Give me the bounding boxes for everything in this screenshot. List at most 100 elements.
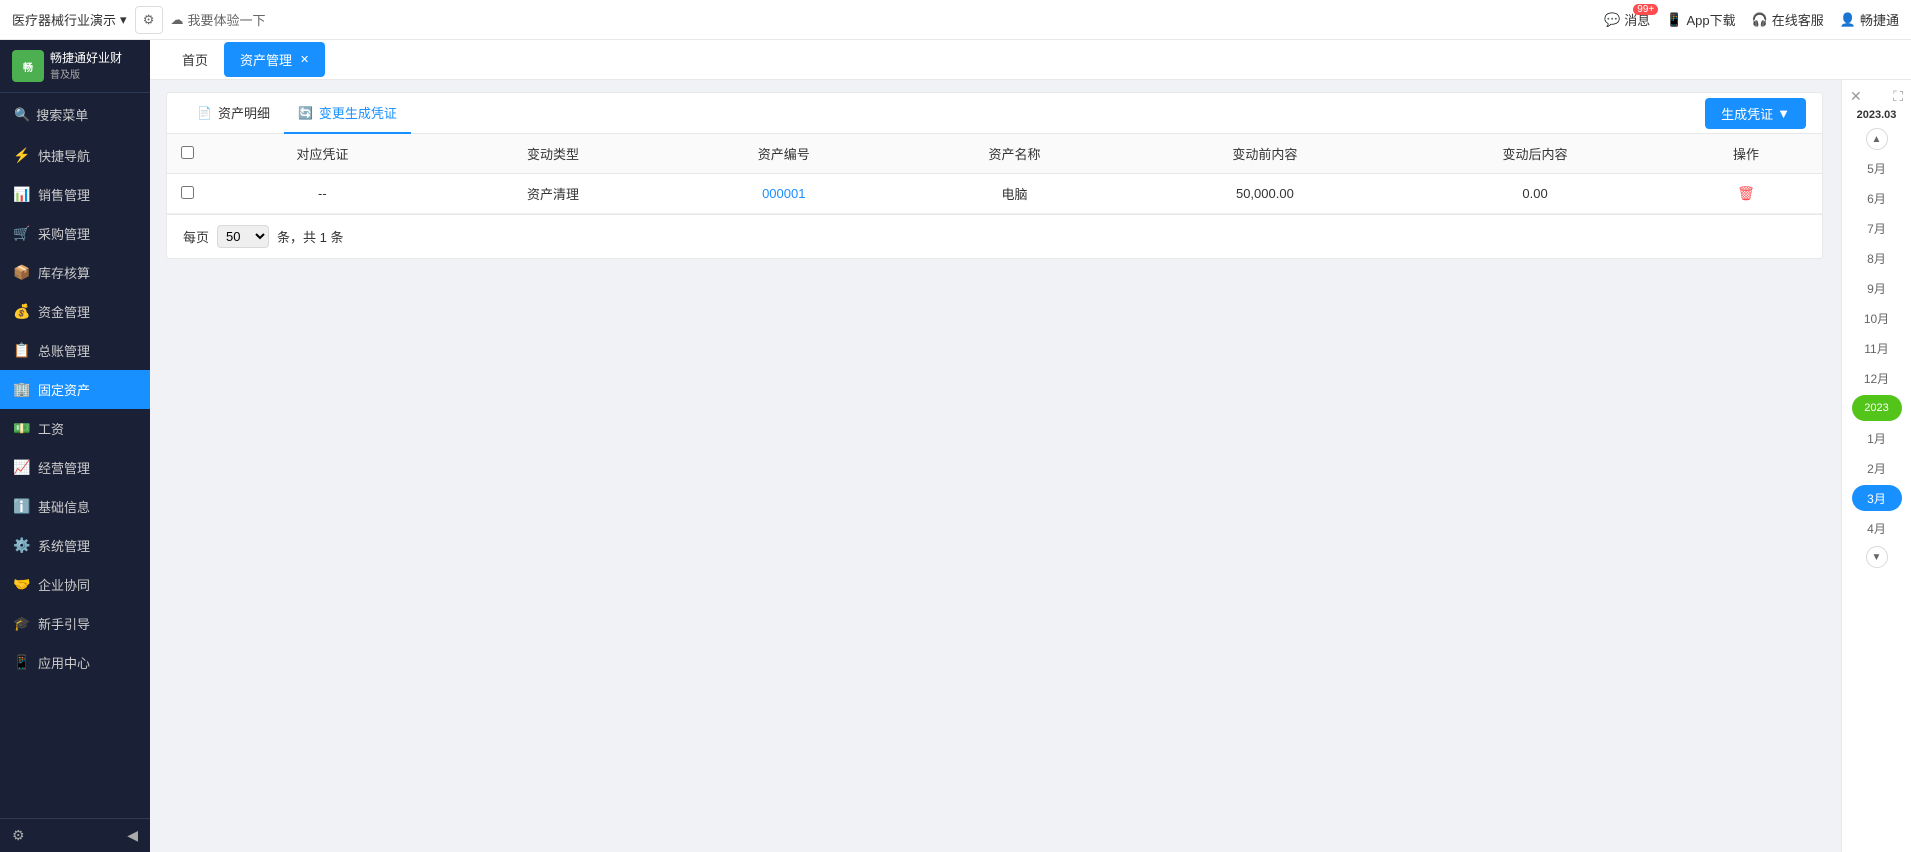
sidebar-item-ledger[interactable]: 📋 总账管理	[0, 331, 150, 370]
sidebar-item-quick-nav[interactable]: ⚡ 快捷导航	[0, 136, 150, 175]
tab-asset-detail-label: 资产明细	[218, 103, 270, 122]
sidebar-item-salary[interactable]: 💵 工资	[0, 409, 150, 448]
app-download-label: App下载	[1686, 10, 1735, 29]
tab-asset-management[interactable]: 资产管理 ✕	[224, 42, 325, 77]
row-asset-code: 000001	[668, 174, 899, 214]
sidebar-bottom: ⚙ ◀	[0, 818, 150, 852]
sidebar-item-sales[interactable]: 📊 销售管理	[0, 175, 150, 214]
calendar-expand-button[interactable]: ⛶	[1893, 88, 1903, 105]
per-page-select[interactable]: 50 10 20 100	[217, 225, 269, 248]
calendar-month-6[interactable]: 6月	[1852, 185, 1902, 211]
main-card: 📄 资产明细 🔄 变更生成凭证 生成凭证 ▼	[166, 92, 1823, 259]
sidebar-item-label-guide: 新手引导	[38, 614, 90, 633]
total-label: 条，共 1 条	[277, 227, 343, 246]
calendar-month-11[interactable]: 11月	[1852, 335, 1902, 361]
message-badge: 99+	[1633, 4, 1658, 15]
sidebar-item-label-inventory: 库存核算	[38, 263, 90, 282]
calendar-close-button[interactable]: ✕	[1850, 88, 1862, 105]
basic-info-icon: ℹ️	[14, 499, 30, 515]
tab-asset-detail[interactable]: 📄 资产明细	[183, 93, 284, 134]
app-center-icon: 📱	[14, 655, 30, 671]
calendar-month-12[interactable]: 12月	[1852, 365, 1902, 391]
select-all-checkbox[interactable]	[181, 146, 194, 159]
experience-button[interactable]: ☁ 我要体验一下	[171, 10, 266, 29]
calendar-month-2023-2[interactable]: 2月	[1852, 455, 1902, 481]
message-action[interactable]: 💬 消息 99+	[1604, 10, 1650, 29]
inner-tabs: 📄 资产明细 🔄 变更生成凭证	[167, 93, 1705, 133]
guide-icon: 🎓	[14, 616, 30, 632]
search-icon: 🔍	[14, 107, 30, 123]
app-download-action[interactable]: 📱 App下载	[1666, 10, 1735, 29]
calendar-scroll-up-button[interactable]: ▲	[1866, 128, 1888, 150]
chevron-down-icon: ▾	[120, 12, 127, 28]
sidebar-item-label-sales: 销售管理	[38, 185, 90, 204]
headset-icon: 🎧	[1752, 12, 1768, 28]
row-voucher: --	[207, 174, 438, 214]
calendar-month-8[interactable]: 8月	[1852, 245, 1902, 271]
tab-asset-management-label: 资产管理	[240, 50, 292, 69]
sidebar-item-label-system: 系统管理	[38, 536, 90, 555]
company-name: 医疗器械行业演示	[12, 10, 116, 29]
table-header-checkbox	[167, 134, 207, 174]
page-content: 📄 资产明细 🔄 变更生成凭证 生成凭证 ▼	[150, 80, 1911, 852]
sidebar-item-label-operations: 经营管理	[38, 458, 90, 477]
online-service-action[interactable]: 🎧 在线客服	[1752, 10, 1824, 29]
enterprise-icon: 🤝	[14, 577, 30, 593]
settings-button[interactable]: ⚙	[12, 827, 25, 844]
funds-icon: 💰	[14, 304, 30, 320]
sidebar-item-system[interactable]: ⚙️ 系统管理	[0, 526, 150, 565]
calendar-header-row: ✕ ⛶	[1842, 88, 1911, 105]
sidebar-item-guide[interactable]: 🎓 新手引导	[0, 604, 150, 643]
calendar-month-2023-3[interactable]: 3月	[1852, 485, 1902, 511]
tab-close-icon[interactable]: ✕	[300, 53, 309, 66]
calendar-month-7[interactable]: 7月	[1852, 215, 1902, 241]
sidebar-item-operations[interactable]: 📈 经营管理	[0, 448, 150, 487]
table-header-row: 对应凭证 变动类型 资产编号 资产名称	[167, 134, 1822, 174]
sidebar-item-inventory[interactable]: 📦 库存核算	[0, 253, 150, 292]
table-header-after-change: 变动后内容	[1400, 134, 1670, 174]
sidebar-item-purchase[interactable]: 🛒 采购管理	[0, 214, 150, 253]
calendar-month-10[interactable]: 10月	[1852, 305, 1902, 331]
sidebar-item-funds[interactable]: 💰 资金管理	[0, 292, 150, 331]
user-action[interactable]: 👤 畅捷通	[1840, 10, 1899, 29]
sidebar-item-label-enterprise: 企业协同	[38, 575, 90, 594]
calendar-month-9[interactable]: 9月	[1852, 275, 1902, 301]
table-wrapper: 对应凭证 变动类型 资产编号 资产名称	[167, 134, 1822, 214]
tab-bar: 首页 资产管理 ✕	[150, 40, 1911, 80]
sidebar-item-label-fixed-assets: 固定资产	[38, 380, 90, 399]
tab-change-voucher[interactable]: 🔄 变更生成凭证	[284, 93, 411, 134]
delete-row-button[interactable]: 🗑	[1737, 185, 1755, 202]
sidebar: 畅 畅捷通好业财 普及版 🔍 搜索菜单 ⚡ 快捷导航 📊 销售管理	[0, 40, 150, 852]
sidebar-item-fixed-assets[interactable]: 🏢 固定资产	[0, 370, 150, 409]
cloud-icon: ☁	[171, 12, 184, 28]
row-operation: 🗑	[1670, 174, 1822, 214]
calendar-month-2023-1[interactable]: 1月	[1852, 425, 1902, 451]
sidebar-item-label-salary: 工资	[38, 419, 64, 438]
header-settings-button[interactable]: ⚙	[135, 6, 163, 34]
logo-version: 普及版	[50, 66, 122, 81]
tab-home[interactable]: 首页	[166, 42, 224, 77]
table-header-asset-name: 资产名称	[899, 134, 1130, 174]
search-menu-button[interactable]: 🔍 搜索菜单	[8, 101, 142, 128]
company-selector[interactable]: 医疗器械行业演示 ▾	[12, 10, 127, 29]
logo-icon: 畅	[12, 50, 44, 82]
inventory-icon: 📦	[14, 265, 30, 281]
sidebar-item-app-center[interactable]: 📱 应用中心	[0, 643, 150, 682]
sidebar-search-area[interactable]: 🔍 搜索菜单	[0, 93, 150, 136]
generate-voucher-label: 生成凭证	[1721, 104, 1773, 123]
sidebar-item-enterprise[interactable]: 🤝 企业协同	[0, 565, 150, 604]
calendar-scroll-down-button[interactable]: ▼	[1866, 546, 1888, 568]
calendar-year-marker-2023[interactable]: 2023	[1852, 395, 1902, 421]
collapse-button[interactable]: ◀	[127, 827, 138, 844]
experience-label: 我要体验一下	[188, 10, 266, 29]
calendar-month-2023-4[interactable]: 4月	[1852, 515, 1902, 541]
sidebar-item-label-app-center: 应用中心	[38, 653, 90, 672]
calendar-month-5[interactable]: 5月	[1852, 155, 1902, 181]
generate-voucher-button[interactable]: 生成凭证 ▼	[1705, 98, 1806, 129]
row-asset-name: 电脑	[899, 174, 1130, 214]
asset-table: 对应凭证 变动类型 资产编号 资产名称	[167, 134, 1822, 214]
table-header-change-type: 变动类型	[438, 134, 669, 174]
sidebar-item-basic-info[interactable]: ℹ️ 基础信息	[0, 487, 150, 526]
row-asset-code-link[interactable]: 000001	[762, 186, 805, 201]
row-checkbox[interactable]	[181, 186, 194, 199]
